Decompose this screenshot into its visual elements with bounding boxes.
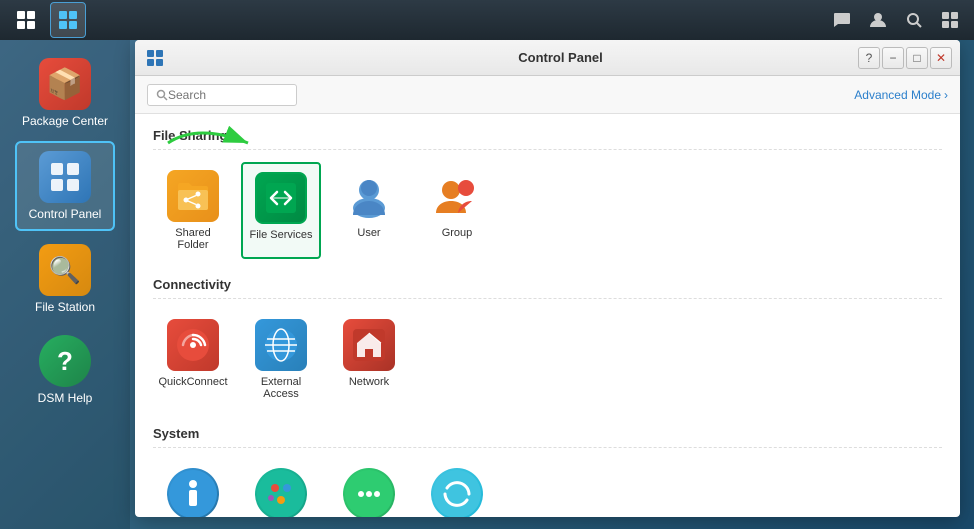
file-services-item[interactable]: File Services <box>241 162 321 259</box>
file-services-label: File Services <box>250 229 313 241</box>
group-label: Group <box>442 227 473 239</box>
quickconnect-icon <box>167 319 219 371</box>
file-station-icon <box>39 244 91 296</box>
close-button[interactable]: ✕ <box>930 47 952 69</box>
file-services-icon <box>255 172 307 224</box>
shared-folder-label: Shared Folder <box>159 227 227 251</box>
user-item[interactable]: User <box>329 162 409 259</box>
window-title: Control Panel <box>171 50 950 65</box>
external-access-label: External Access <box>247 376 315 400</box>
shared-folder-icon <box>167 170 219 222</box>
notification-item[interactable]: Notification <box>329 460 409 517</box>
main-window: Control Panel ? − □ ✕ Advanced Mode › Fi… <box>135 40 960 517</box>
search-input[interactable] <box>168 88 288 102</box>
update-restore-icon <box>431 468 483 517</box>
external-access-icon <box>255 319 307 371</box>
group-icon <box>431 170 483 222</box>
package-center-icon <box>39 58 91 110</box>
control-panel-taskbar-button[interactable] <box>50 2 86 38</box>
user-label: User <box>357 227 380 239</box>
search-icon <box>156 89 168 101</box>
shared-folder-item[interactable]: Shared Folder <box>153 162 233 259</box>
user-icon-cp <box>343 170 395 222</box>
search-taskbar-icon[interactable] <box>898 4 930 36</box>
user-icon[interactable] <box>862 4 894 36</box>
info-center-icon <box>167 468 219 517</box>
sidebar-item-label: Control Panel <box>29 207 102 221</box>
sidebar: Package Center Control Panel File Statio… <box>0 40 130 529</box>
taskbar <box>0 0 974 40</box>
sidebar-item-label: DSM Help <box>38 391 93 405</box>
window-controls: ? − □ ✕ <box>858 47 952 69</box>
group-item[interactable]: Group <box>417 162 497 259</box>
window-toolbar: Advanced Mode › <box>135 76 960 114</box>
minimize-button[interactable]: − <box>882 47 904 69</box>
network-label: Network <box>349 376 389 388</box>
arrow-indicator <box>158 118 278 168</box>
network-item[interactable]: Network <box>329 311 409 408</box>
info-center-item[interactable]: Info Center <box>153 460 233 517</box>
chat-icon[interactable] <box>826 4 858 36</box>
connectivity-header: Connectivity <box>153 277 942 299</box>
sidebar-item-file-station[interactable]: File Station <box>15 236 115 322</box>
file-sharing-grid: Shared Folder File Services <box>153 162 942 259</box>
sidebar-item-label: File Station <box>35 300 95 314</box>
taskbar-right-icons <box>826 4 966 36</box>
dsm-help-icon <box>39 335 91 387</box>
app-grid-button[interactable] <box>8 2 44 38</box>
system-header: System <box>153 426 942 448</box>
sidebar-item-dsm-help[interactable]: DSM Help <box>15 327 115 413</box>
sidebar-item-control-panel[interactable]: Control Panel <box>15 141 115 231</box>
window-content: File Sharing Shared Fo <box>135 114 960 517</box>
quickconnect-item[interactable]: QuickConnect <box>153 311 233 408</box>
sidebar-item-label: Package Center <box>22 114 108 128</box>
external-access-item[interactable]: External Access <box>241 311 321 408</box>
maximize-button[interactable]: □ <box>906 47 928 69</box>
system-grid: Info Center Theme <box>153 460 942 517</box>
notification-icon <box>343 468 395 517</box>
quickconnect-label: QuickConnect <box>158 376 227 388</box>
search-box[interactable] <box>147 84 297 106</box>
window-app-icon <box>145 48 165 68</box>
advanced-mode-link[interactable]: Advanced Mode › <box>854 88 948 102</box>
update-restore-item[interactable]: Update & Restore <box>417 460 497 517</box>
network-icon <box>343 319 395 371</box>
connectivity-grid: QuickConnect External Access <box>153 311 942 408</box>
help-button[interactable]: ? <box>858 47 880 69</box>
window-titlebar: Control Panel ? − □ ✕ <box>135 40 960 76</box>
control-panel-icon <box>39 151 91 203</box>
theme-icon <box>255 468 307 517</box>
more-icon[interactable] <box>934 4 966 36</box>
theme-item[interactable]: Theme <box>241 460 321 517</box>
sidebar-item-package-center[interactable]: Package Center <box>15 50 115 136</box>
